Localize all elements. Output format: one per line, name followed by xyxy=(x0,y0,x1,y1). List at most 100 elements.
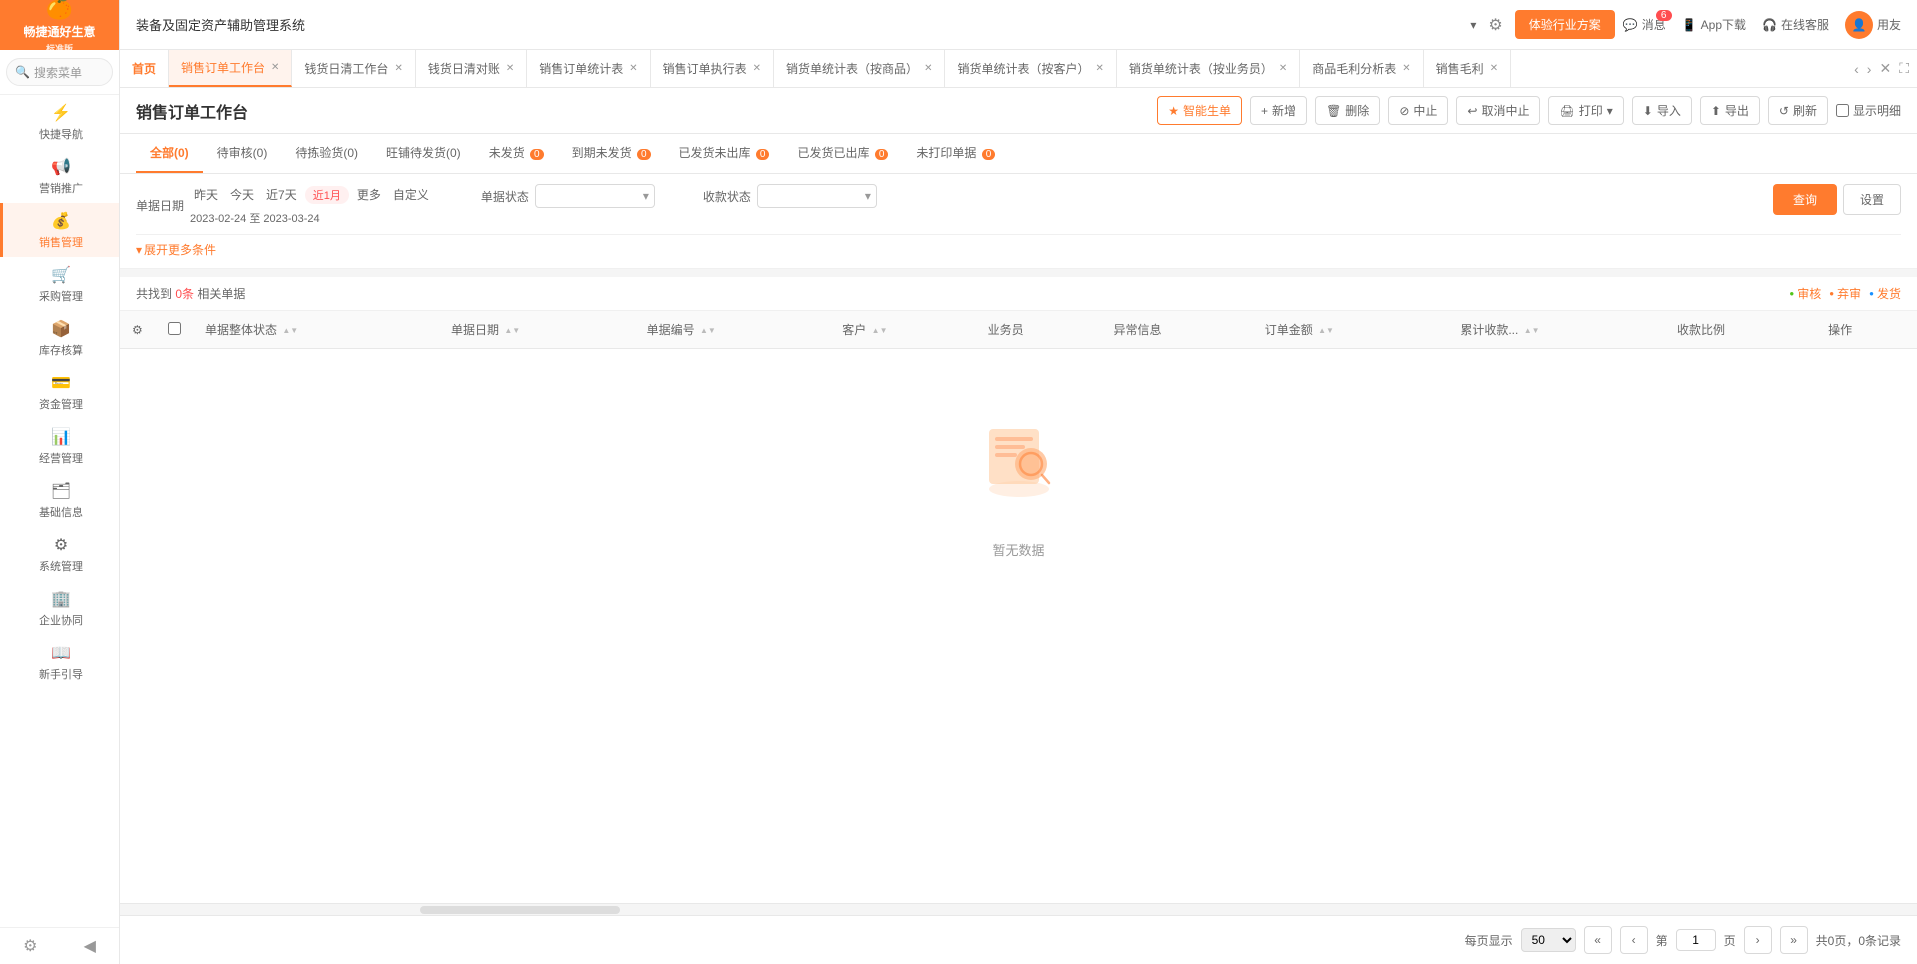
tab-sales-workbench[interactable]: 销售订单工作台 ✕ xyxy=(169,50,292,87)
subtab-shipped-not-out[interactable]: 已发货未出库 0 xyxy=(665,134,784,173)
sidebar-item-purchase[interactable]: 🛒 采购管理 xyxy=(0,257,119,311)
sidebar-item-operation[interactable]: 📊 经营管理 xyxy=(0,419,119,473)
tab-sales-stat-product-close[interactable]: ✕ xyxy=(924,63,932,74)
date-option-today[interactable]: 今天 xyxy=(226,184,258,205)
th-amount[interactable]: 订单金额 ▲▼ xyxy=(1253,311,1449,349)
system-dropdown[interactable]: ▾ xyxy=(1470,18,1476,32)
sidebar-item-inventory[interactable]: 📦 库存核算 xyxy=(0,311,119,365)
tab-sales-execute-close[interactable]: ✕ xyxy=(753,63,761,74)
th-settings[interactable]: ⚙ xyxy=(120,311,156,349)
date-option-1month[interactable]: 近1月 xyxy=(305,186,349,204)
filter-status-select[interactable] xyxy=(535,184,655,208)
tab-sales-stat-customer-close[interactable]: ✕ xyxy=(1095,63,1103,74)
th-customer[interactable]: 客户 ▲▼ xyxy=(830,311,975,349)
subtab-not-shipped[interactable]: 未发货 0 xyxy=(475,134,558,173)
show-detail-checkbox[interactable]: 显示明细 xyxy=(1836,102,1901,119)
tab-maximize-icon[interactable]: ⛶ xyxy=(1897,58,1911,79)
date-option-custom[interactable]: 自定义 xyxy=(389,184,433,205)
subtab-pending-review[interactable]: 待审核(0) xyxy=(203,134,282,173)
delete-btn[interactable]: 🗑 删除 xyxy=(1315,96,1380,125)
tab-sales-workbench-close[interactable]: ✕ xyxy=(271,62,279,73)
th-collected-label: 累计收款... xyxy=(1460,323,1518,337)
search-menu-btn[interactable]: 🔍 搜索菜单 xyxy=(6,58,113,86)
collapse-sidebar-btn[interactable]: ◀ xyxy=(84,936,96,956)
query-btn[interactable]: 查询 xyxy=(1773,184,1837,215)
subtab-shipped-out[interactable]: 已发货已出库 0 xyxy=(783,134,902,173)
tab-home[interactable]: 首页 xyxy=(120,50,169,87)
stop-btn[interactable]: ⊘ 中止 xyxy=(1388,96,1448,125)
message-btn[interactable]: 💬 消息 6 xyxy=(1623,16,1666,33)
settings-bottom-icon[interactable]: ⚙ xyxy=(23,936,37,956)
industry-btn[interactable]: 体验行业方案 xyxy=(1515,10,1615,39)
sidebar-item-enterprise[interactable]: 🏢 企业协同 xyxy=(0,581,119,635)
subtab-pending-inspection[interactable]: 待拣验货(0) xyxy=(281,134,372,173)
th-collected[interactable]: 累计收款... ▲▼ xyxy=(1448,311,1665,349)
next-page-btn[interactable]: › xyxy=(1744,926,1772,954)
app-download-btn[interactable]: 📱 App下载 xyxy=(1682,16,1746,33)
tab-sales-stat-staff-close[interactable]: ✕ xyxy=(1279,63,1287,74)
topbar-settings-icon[interactable]: ⚙ xyxy=(1488,15,1502,35)
subtab-not-printed[interactable]: 未打印单据 0 xyxy=(902,134,1009,173)
tab-sales-stat-customer[interactable]: 销货单统计表（按客户） ✕ xyxy=(945,50,1116,87)
sidebar-item-basic[interactable]: 🗂 基础信息 xyxy=(0,473,119,527)
set-btn[interactable]: 设置 xyxy=(1843,184,1901,215)
sidebar-item-quick-nav[interactable]: ⚡ 快捷导航 xyxy=(0,95,119,149)
tab-cash-reconcile-close[interactable]: ✕ xyxy=(506,63,514,74)
sidebar-item-marketing[interactable]: 📢 营销推广 xyxy=(0,149,119,203)
cancel-stop-btn[interactable]: ↩ 取消中止 xyxy=(1456,96,1540,125)
import-btn[interactable]: ⬇ 导入 xyxy=(1632,96,1692,125)
subtab-all[interactable]: 全部(0) xyxy=(136,134,203,173)
tab-cash-daily[interactable]: 钱货日清工作台 ✕ xyxy=(292,50,415,87)
th-checkbox[interactable] xyxy=(156,311,193,349)
date-option-yesterday[interactable]: 昨天 xyxy=(190,184,222,205)
date-option-more[interactable]: 更多 xyxy=(353,184,385,205)
tab-sales-stat[interactable]: 销售订单统计表 ✕ xyxy=(527,50,650,87)
subtab-overdue-ship[interactable]: 到期未发货 0 xyxy=(558,134,665,173)
column-settings-icon[interactable]: ⚙ xyxy=(132,323,143,337)
batch-cancel-review-btn[interactable]: 弃审 xyxy=(1829,285,1861,302)
prev-page-btn[interactable]: ‹ xyxy=(1620,926,1648,954)
th-date[interactable]: 单据日期 ▲▼ xyxy=(439,311,635,349)
per-page-select[interactable]: 50 10 20 100 xyxy=(1521,928,1576,952)
select-all-checkbox[interactable] xyxy=(168,322,181,335)
tab-sales-stat-product[interactable]: 销货单统计表（按商品） ✕ xyxy=(774,50,945,87)
refresh-btn[interactable]: ↺ 刷新 xyxy=(1768,96,1828,125)
tab-goods-profit-close[interactable]: ✕ xyxy=(1402,63,1410,74)
tab-goods-profit[interactable]: 商品毛利分析表 ✕ xyxy=(1300,50,1423,87)
sidebar-item-finance[interactable]: 💳 资金管理 xyxy=(0,365,119,419)
horizontal-scrollbar[interactable] xyxy=(120,903,1917,915)
sidebar-item-system[interactable]: ⚙ 系统管理 xyxy=(0,527,119,581)
th-status[interactable]: 单据整体状态 ▲▼ xyxy=(193,311,439,349)
export-btn[interactable]: ⬆ 导出 xyxy=(1700,96,1760,125)
tab-nav-prev-icon[interactable]: ‹ xyxy=(1852,59,1861,79)
first-page-btn[interactable]: « xyxy=(1584,926,1612,954)
th-number[interactable]: 单据编号 ▲▼ xyxy=(635,311,831,349)
tab-sales-stat-close[interactable]: ✕ xyxy=(629,63,637,74)
tab-sales-profit-close[interactable]: ✕ xyxy=(1490,63,1498,74)
table-scroll[interactable]: ⚙ 单据整体状态 ▲▼ 单据日期 ▲▼ xyxy=(120,311,1917,903)
horizontal-scroll-thumb[interactable] xyxy=(420,906,620,914)
filter-collection-select[interactable] xyxy=(757,184,877,208)
date-option-7days[interactable]: 近7天 xyxy=(262,184,301,205)
tab-sales-profit[interactable]: 销售毛利 ✕ xyxy=(1424,50,1511,87)
tab-cash-daily-close[interactable]: ✕ xyxy=(394,63,402,74)
print-btn[interactable]: 🖨 打印 ▾ xyxy=(1548,96,1623,125)
batch-ship-btn[interactable]: 发货 xyxy=(1869,285,1901,302)
tab-cash-reconcile[interactable]: 钱货日清对账 ✕ xyxy=(416,50,527,87)
add-btn[interactable]: + 新增 xyxy=(1250,96,1307,125)
last-page-btn[interactable]: » xyxy=(1780,926,1808,954)
tab-sales-stat-staff[interactable]: 销货单统计表（按业务员） ✕ xyxy=(1117,50,1300,87)
tab-nav-next-icon[interactable]: › xyxy=(1865,59,1874,79)
batch-review-btn[interactable]: 审核 xyxy=(1789,285,1821,302)
subtab-wangpu-ship[interactable]: 旺铺待发货(0) xyxy=(372,134,475,173)
tab-sales-execute[interactable]: 销售订单执行表 ✕ xyxy=(651,50,774,87)
service-btn[interactable]: 🎧 在线客服 xyxy=(1762,16,1829,33)
tab-close-all-icon[interactable]: ✕ xyxy=(1877,58,1893,79)
show-detail-input[interactable] xyxy=(1836,104,1849,117)
sidebar-item-sales[interactable]: 💰 销售管理 xyxy=(0,203,119,257)
page-input[interactable] xyxy=(1676,929,1716,951)
sidebar-item-guide[interactable]: 📖 新手引导 xyxy=(0,635,119,689)
user-menu[interactable]: 👤 用友 xyxy=(1845,11,1901,39)
smart-generate-btn[interactable]: ★ 智能生单 xyxy=(1157,96,1242,125)
expand-more-btn[interactable]: ▾ 展开更多条件 xyxy=(136,241,1901,258)
